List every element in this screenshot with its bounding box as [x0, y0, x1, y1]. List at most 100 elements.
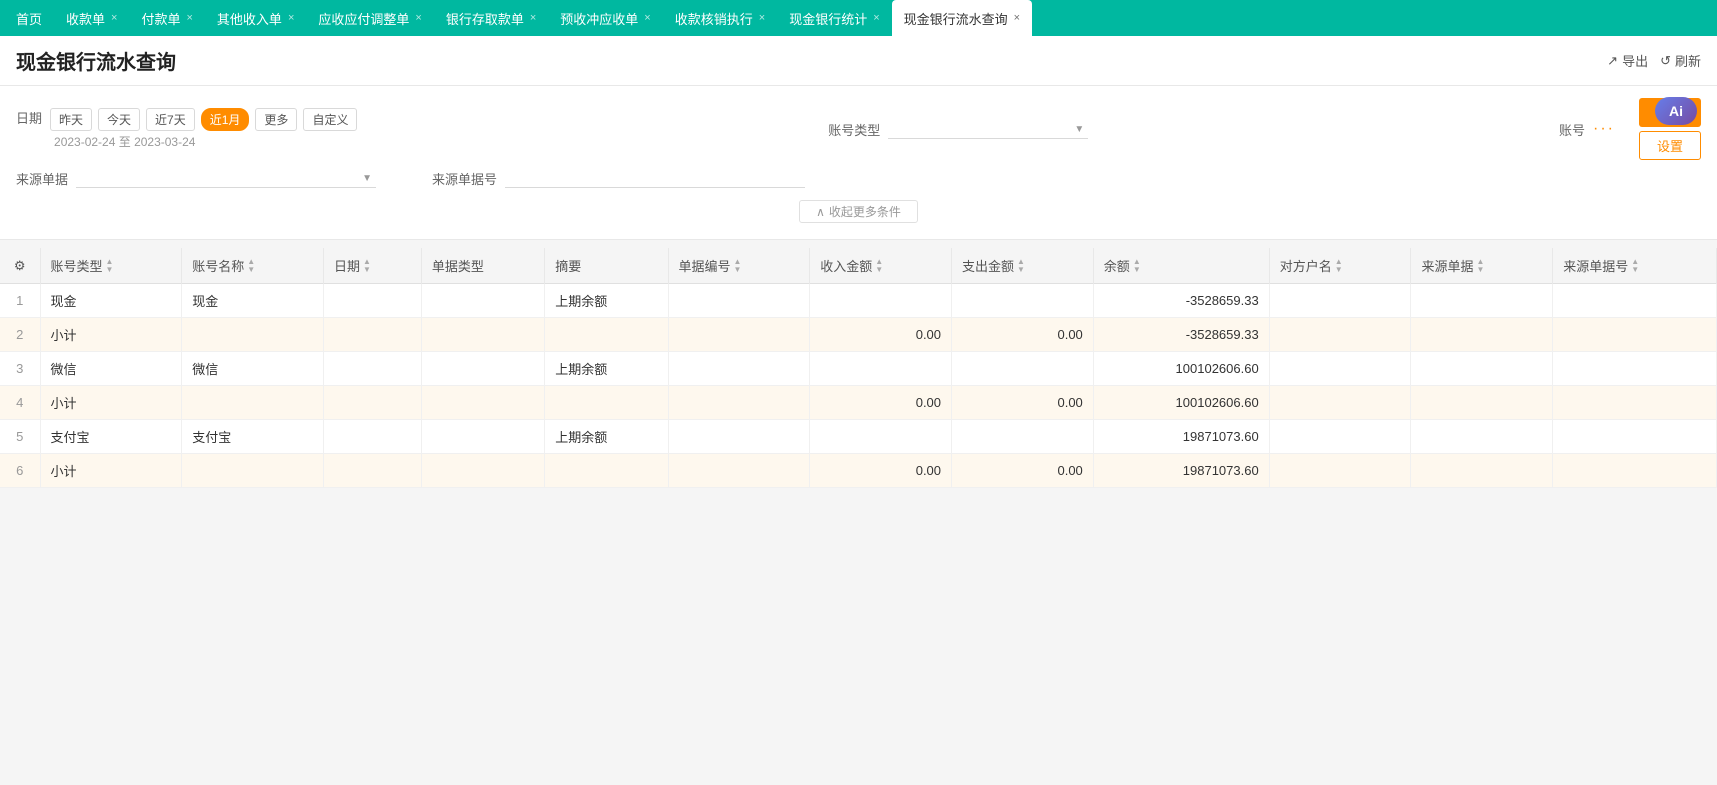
table-row: 2小计0.000.00-3528659.33	[0, 318, 1717, 352]
date-btn-今天[interactable]: 今天	[98, 108, 140, 131]
nav-item-其他收入单[interactable]: 其他收入单×	[205, 0, 306, 36]
cell-doc_no	[668, 386, 810, 420]
close-icon[interactable]: ×	[111, 12, 117, 24]
date-filter-group: 日期 昨天今天近7天近1月更多自定义 2023-02-24 至 2023-03-…	[16, 108, 357, 150]
settings-button[interactable]: 设置	[1639, 131, 1701, 160]
table-container: ⚙账号类型▲▼账号名称▲▼日期▲▼单据类型摘要单据编号▲▼收入金额▲▼支出金额▲…	[0, 248, 1717, 488]
cell-account_type: 支付宝	[40, 420, 182, 454]
account-no-group: 账号 ···	[1559, 120, 1615, 139]
cell-source_doc	[1411, 352, 1553, 386]
col-header-other_name[interactable]: 对方户名▲▼	[1269, 248, 1411, 284]
close-icon[interactable]: ×	[186, 12, 192, 24]
export-icon: ↗	[1607, 53, 1618, 69]
data-table: ⚙账号类型▲▼账号名称▲▼日期▲▼单据类型摘要单据编号▲▼收入金额▲▼支出金额▲…	[0, 248, 1717, 488]
cell-date	[324, 386, 422, 420]
date-label: 日期	[16, 108, 42, 127]
export-button[interactable]: ↗ 导出	[1607, 51, 1648, 70]
cell-income	[810, 352, 952, 386]
col-header-source_doc[interactable]: 来源单据▲▼	[1411, 248, 1553, 284]
table-row: 1现金现金上期余额-3528659.33	[0, 284, 1717, 318]
nav-item-现金银行统计[interactable]: 现金银行统计×	[777, 0, 891, 36]
cell-account_name: 现金	[182, 284, 324, 318]
close-icon[interactable]: ×	[288, 12, 294, 24]
cell-date	[324, 352, 422, 386]
col-header-income[interactable]: 收入金额▲▼	[810, 248, 952, 284]
source-doc-select[interactable]	[76, 168, 376, 188]
cell-row_num: 4	[0, 386, 40, 420]
date-btn-昨天[interactable]: 昨天	[50, 108, 92, 131]
close-icon[interactable]: ×	[759, 12, 765, 24]
cell-row_num: 1	[0, 284, 40, 318]
cell-summary	[545, 318, 668, 352]
refresh-icon: ↺	[1660, 53, 1671, 69]
cell-account_name	[182, 454, 324, 488]
cell-other_name	[1269, 352, 1411, 386]
cell-doc_type	[421, 318, 544, 352]
filter-area: 日期 昨天今天近7天近1月更多自定义 2023-02-24 至 2023-03-…	[0, 86, 1717, 240]
account-dots-button[interactable]: ···	[1593, 120, 1615, 138]
col-header-expense[interactable]: 支出金额▲▼	[952, 248, 1094, 284]
account-type-select[interactable]	[888, 119, 1088, 139]
account-label: 账号	[1559, 120, 1585, 139]
date-btn-近1月[interactable]: 近1月	[201, 108, 250, 131]
close-icon[interactable]: ×	[644, 12, 650, 24]
cell-balance: 100102606.60	[1093, 352, 1269, 386]
header-actions: ↗ 导出 ↺ 刷新	[1607, 51, 1701, 70]
table-body: 1现金现金上期余额-3528659.332小计0.000.00-3528659.…	[0, 284, 1717, 488]
close-icon[interactable]: ×	[873, 12, 879, 24]
filter-row-1: 日期 昨天今天近7天近1月更多自定义 2023-02-24 至 2023-03-…	[16, 98, 1701, 160]
nav-item-收款核销执行[interactable]: 收款核销执行×	[663, 0, 777, 36]
cell-balance: 19871073.60	[1093, 420, 1269, 454]
close-icon[interactable]: ×	[1014, 12, 1020, 24]
nav-item-预收冲应收单[interactable]: 预收冲应收单×	[548, 0, 662, 36]
cell-summary: 上期余额	[545, 352, 668, 386]
cell-doc_type	[421, 352, 544, 386]
close-icon[interactable]: ×	[530, 12, 536, 24]
date-btn-近7天[interactable]: 近7天	[146, 108, 195, 131]
cell-source_doc	[1411, 386, 1553, 420]
cell-source_doc_no	[1553, 454, 1717, 488]
cell-date	[324, 454, 422, 488]
cell-doc_type	[421, 454, 544, 488]
date-btn-自定义[interactable]: 自定义	[303, 108, 357, 131]
col-header-account_name[interactable]: 账号名称▲▼	[182, 248, 324, 284]
gear-icon[interactable]: ⚙	[14, 258, 26, 273]
cell-balance: 19871073.60	[1093, 454, 1269, 488]
cell-date	[324, 420, 422, 454]
account-type-select-wrapper: ▼	[888, 119, 1088, 139]
header-bar: 现金银行流水查询 ↗ 导出 ↺ 刷新	[0, 36, 1717, 86]
table-row: 4小计0.000.00100102606.60	[0, 386, 1717, 420]
nav-item-收款单[interactable]: 收款单×	[54, 0, 129, 36]
nav-item-银行存取款单[interactable]: 银行存取款单×	[434, 0, 548, 36]
table-row: 6小计0.000.0019871073.60	[0, 454, 1717, 488]
date-btn-更多[interactable]: 更多	[255, 108, 297, 131]
nav-item-首页[interactable]: 首页	[4, 0, 54, 36]
cell-date	[324, 318, 422, 352]
date-controls: 昨天今天近7天近1月更多自定义 2023-02-24 至 2023-03-24	[50, 108, 357, 150]
source-doc-no-input[interactable]	[505, 168, 805, 188]
source-doc-no-group: 来源单据号	[432, 168, 805, 188]
nav-item-应收应付调整单[interactable]: 应收应付调整单×	[306, 0, 433, 36]
cell-source_doc	[1411, 318, 1553, 352]
collapse-icon: ∧	[816, 205, 825, 219]
col-header-doc_no[interactable]: 单据编号▲▼	[668, 248, 810, 284]
cell-account_type: 小计	[40, 454, 182, 488]
col-header-account_type[interactable]: 账号类型▲▼	[40, 248, 182, 284]
cell-expense: 0.00	[952, 454, 1094, 488]
source-doc-select-wrapper: ▼	[76, 168, 376, 188]
cell-other_name	[1269, 420, 1411, 454]
collapse-button[interactable]: ∧ 收起更多条件	[799, 200, 918, 223]
nav-item-付款单[interactable]: 付款单×	[129, 0, 204, 36]
refresh-button[interactable]: ↺ 刷新	[1660, 51, 1701, 70]
cell-other_name	[1269, 386, 1411, 420]
col-header-balance[interactable]: 余额▲▼	[1093, 248, 1269, 284]
nav-item-现金银行流水查询[interactable]: 现金银行流水查询×	[892, 0, 1032, 36]
cell-expense	[952, 420, 1094, 454]
date-range: 2023-02-24 至 2023-03-24	[54, 133, 357, 150]
col-header-source_doc_no[interactable]: 来源单据号▲▼	[1553, 248, 1717, 284]
ai-badge[interactable]: Ai	[1655, 97, 1697, 125]
cell-account_name	[182, 386, 324, 420]
col-header-date[interactable]: 日期▲▼	[324, 248, 422, 284]
source-doc-label: 来源单据	[16, 169, 68, 188]
close-icon[interactable]: ×	[415, 12, 421, 24]
